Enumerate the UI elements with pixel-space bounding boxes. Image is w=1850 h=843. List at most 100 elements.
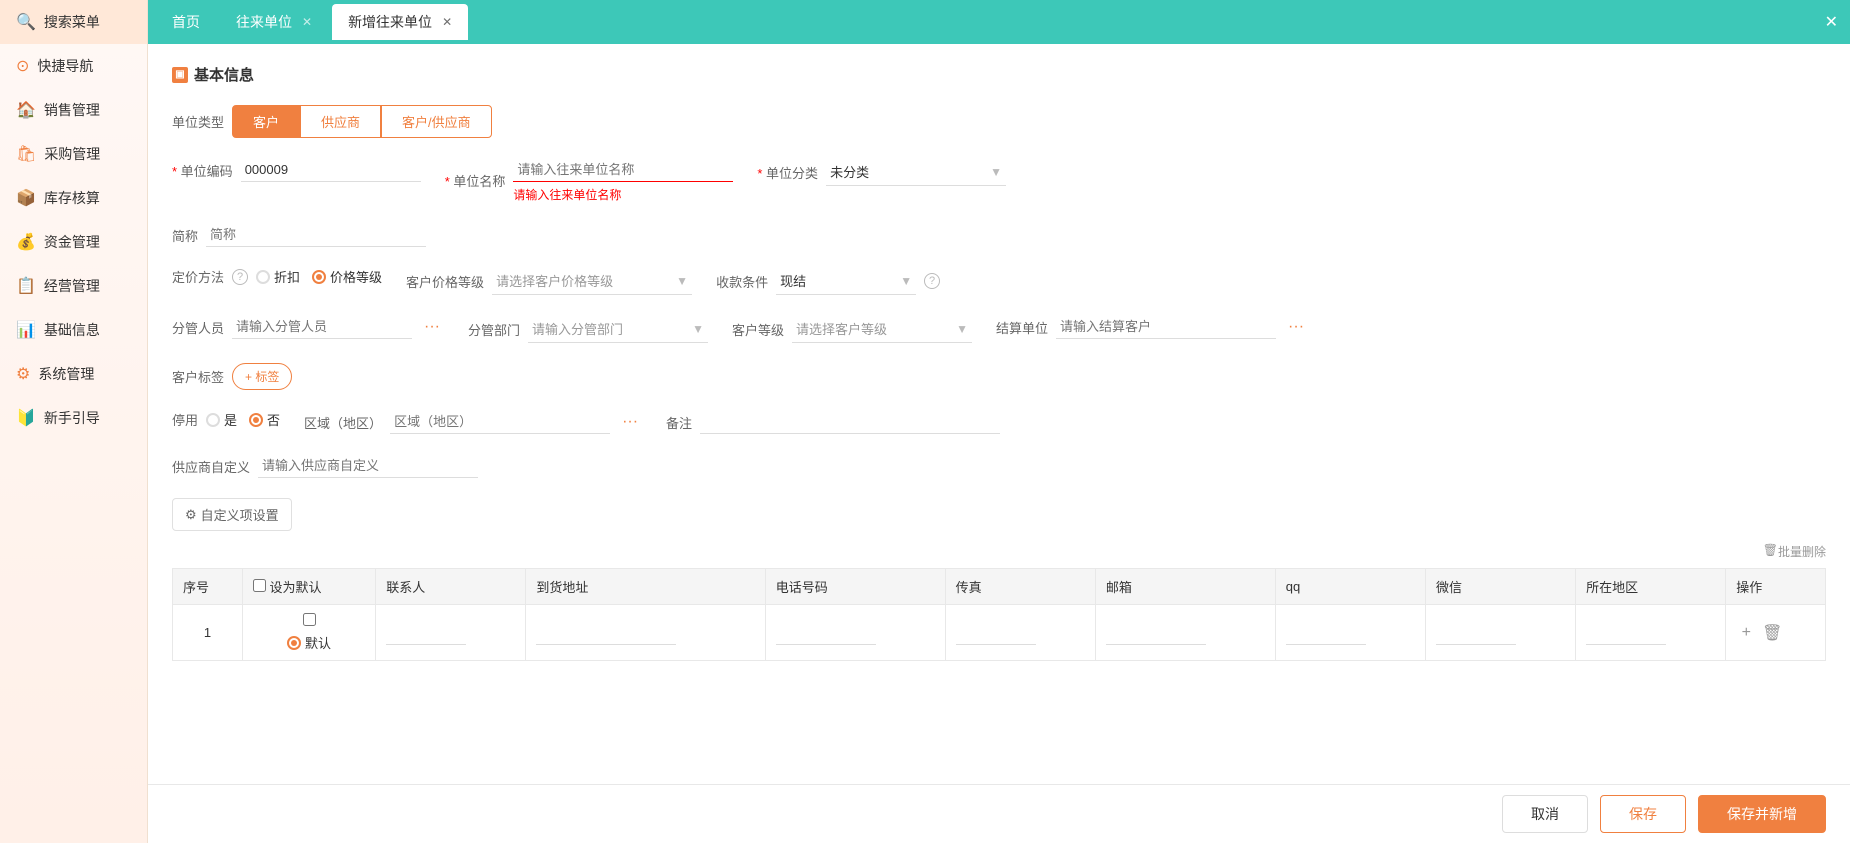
region-input[interactable] xyxy=(390,410,610,434)
sidebar-item-label: 资金管理 xyxy=(44,232,100,252)
default-radio[interactable]: 默认 xyxy=(253,633,365,652)
unit-category-select[interactable]: 未分类 ▼ xyxy=(826,158,1006,186)
unit-name-input[interactable] xyxy=(513,158,733,182)
customer-price-placeholder: 请选择客户价格等级 xyxy=(496,271,672,290)
customer-level-group: 客户等级 请选择客户等级 ▼ xyxy=(732,315,972,343)
region-more-icon[interactable]: ··· xyxy=(618,413,642,431)
qq-input[interactable] xyxy=(1286,621,1366,645)
add-row-icon[interactable]: + xyxy=(1736,623,1756,643)
address-input[interactable] xyxy=(536,621,676,645)
col-fax: 传真 xyxy=(945,569,1095,605)
unit-code-group: 单位编码 xyxy=(172,158,421,182)
radio-price-level[interactable]: 价格等级 xyxy=(312,267,382,286)
phone-input[interactable] xyxy=(776,621,876,645)
cell-email xyxy=(1095,605,1275,661)
sidebar: 🔍 搜索菜单 ⊙ 快捷导航 🏠 销售管理 🛍 采购管理 📦 库存核算 💰 资金管… xyxy=(0,0,148,843)
save-new-button[interactable]: 保存并新增 xyxy=(1698,795,1826,833)
cell-contact xyxy=(376,605,526,661)
customer-level-select[interactable]: 请选择客户等级 ▼ xyxy=(792,315,972,343)
batch-delete-icon: 🗑 xyxy=(1763,543,1778,560)
col-qq: qq xyxy=(1275,569,1425,605)
fax-input[interactable] xyxy=(956,621,1036,645)
row-checkbox[interactable] xyxy=(303,613,316,626)
sidebar-item-sales[interactable]: 🏠 销售管理 xyxy=(0,88,147,132)
payment-terms-select[interactable]: 现结 ▼ xyxy=(776,267,916,295)
sidebar-item-label: 基础信息 xyxy=(44,320,100,340)
batch-delete-area: 🗑 批量删除 xyxy=(172,543,1826,560)
sidebar-item-basic[interactable]: 📊 基础信息 xyxy=(0,308,147,352)
department-label: 分管部门 xyxy=(468,320,520,339)
customer-tag-row: 客户标签 + 标签 xyxy=(172,363,1826,390)
disabled-region-row: 停用 是 否 区域（地区） ··· 备注 xyxy=(172,410,1826,434)
save-button[interactable]: 保存 xyxy=(1600,795,1686,833)
select-all-checkbox[interactable] xyxy=(253,579,266,592)
tab-new-partner-close[interactable]: ✕ xyxy=(442,15,452,29)
sidebar-item-label: 新手引导 xyxy=(44,408,100,428)
delete-row-icon[interactable]: 🗑 xyxy=(1762,623,1782,643)
add-tag-button[interactable]: + 标签 xyxy=(232,363,292,390)
payment-help-icon[interactable]: ? xyxy=(924,273,940,289)
payment-terms-value: 现结 xyxy=(780,271,896,290)
pricing-method-group: 定价方法 ? 折扣 价格等级 xyxy=(172,267,382,286)
customer-price-select[interactable]: 请选择客户价格等级 ▼ xyxy=(492,267,692,295)
table-header-row: 序号 设为默认 联系人 到货地址 电话号码 传真 邮箱 qq 微信 所在地区 xyxy=(173,569,1826,605)
unit-type-customer[interactable]: 客户 xyxy=(232,105,300,138)
region-table-input[interactable] xyxy=(1586,621,1666,645)
gear-icon: ⚙ xyxy=(185,507,197,523)
customer-level-placeholder: 请选择客户等级 xyxy=(796,319,952,338)
window-close-button[interactable]: ✕ xyxy=(1825,12,1838,32)
sidebar-item-label: 销售管理 xyxy=(44,100,100,120)
sidebar-item-label: 库存核算 xyxy=(44,188,100,208)
cell-region xyxy=(1576,605,1726,661)
code-name-category-row: 单位编码 单位名称 请输入往来单位名称 单位分类 未分类 ▼ xyxy=(172,158,1826,203)
supplier-custom-input[interactable] xyxy=(258,454,478,478)
radio-yes-dot xyxy=(206,413,220,427)
unit-name-label: 单位名称 xyxy=(445,171,506,190)
manager-more-icon[interactable]: ··· xyxy=(420,318,444,336)
custom-settings-button[interactable]: ⚙ 自定义项设置 xyxy=(172,498,292,531)
sidebar-item-purchase[interactable]: 🛍 采购管理 xyxy=(0,132,147,176)
sidebar-item-operations[interactable]: 📋 经营管理 xyxy=(0,264,147,308)
tab-partners[interactable]: 往来单位 ✕ xyxy=(220,4,328,40)
email-input[interactable] xyxy=(1106,621,1206,645)
settlement-unit-input[interactable] xyxy=(1056,315,1276,339)
unit-type-label: 单位类型 xyxy=(172,112,224,131)
batch-delete-label[interactable]: 批量删除 xyxy=(1778,543,1826,560)
unit-code-input[interactable] xyxy=(241,158,421,182)
tab-new-partner[interactable]: 新增往来单位 ✕ xyxy=(332,4,468,40)
pricing-help-icon[interactable]: ? xyxy=(232,269,248,285)
remark-input[interactable] xyxy=(700,410,1000,434)
custom-settings-label: 自定义项设置 xyxy=(201,505,279,524)
tab-partners-close[interactable]: ✕ xyxy=(302,15,312,29)
settlement-more-icon[interactable]: ··· xyxy=(1284,318,1308,336)
tab-partners-label: 往来单位 xyxy=(236,12,292,32)
radio-discount[interactable]: 折扣 xyxy=(256,267,300,286)
col-address: 到货地址 xyxy=(526,569,765,605)
tab-home[interactable]: 首页 xyxy=(156,4,216,40)
abbreviation-input[interactable] xyxy=(206,223,426,247)
sidebar-item-guide[interactable]: 🔰 新手引导 xyxy=(0,396,147,440)
sidebar-item-search[interactable]: 🔍 搜索菜单 xyxy=(0,0,147,44)
wechat-input[interactable] xyxy=(1436,621,1516,645)
unit-category-value: 未分类 xyxy=(830,162,986,181)
department-select[interactable]: 请输入分管部门 ▼ xyxy=(528,315,708,343)
sidebar-item-finance[interactable]: 💰 资金管理 xyxy=(0,220,147,264)
manager-label: 分管人员 xyxy=(172,318,224,337)
customer-price-group: 客户价格等级 请选择客户价格等级 ▼ xyxy=(406,267,692,295)
cancel-button[interactable]: 取消 xyxy=(1502,795,1588,833)
unit-type-supplier[interactable]: 供应商 xyxy=(300,105,381,138)
contact-input[interactable] xyxy=(386,621,466,645)
cell-fax xyxy=(945,605,1095,661)
sidebar-item-label: 搜索菜单 xyxy=(44,12,100,32)
unit-type-row: 单位类型 客户 供应商 客户/供应商 xyxy=(172,105,1826,138)
payment-terms-label: 收款条件 xyxy=(716,272,768,291)
radio-disabled-no[interactable]: 否 xyxy=(249,410,280,429)
pricing-method-label: 定价方法 xyxy=(172,267,224,286)
sidebar-item-quicknav[interactable]: ⊙ 快捷导航 xyxy=(0,44,147,88)
radio-disabled-yes[interactable]: 是 xyxy=(206,410,237,429)
unit-type-both[interactable]: 客户/供应商 xyxy=(381,105,492,138)
manager-input[interactable] xyxy=(232,315,412,339)
sidebar-item-system[interactable]: ⚙ 系统管理 xyxy=(0,352,147,396)
col-action: 操作 xyxy=(1726,569,1826,605)
sidebar-item-inventory[interactable]: 📦 库存核算 xyxy=(0,176,147,220)
